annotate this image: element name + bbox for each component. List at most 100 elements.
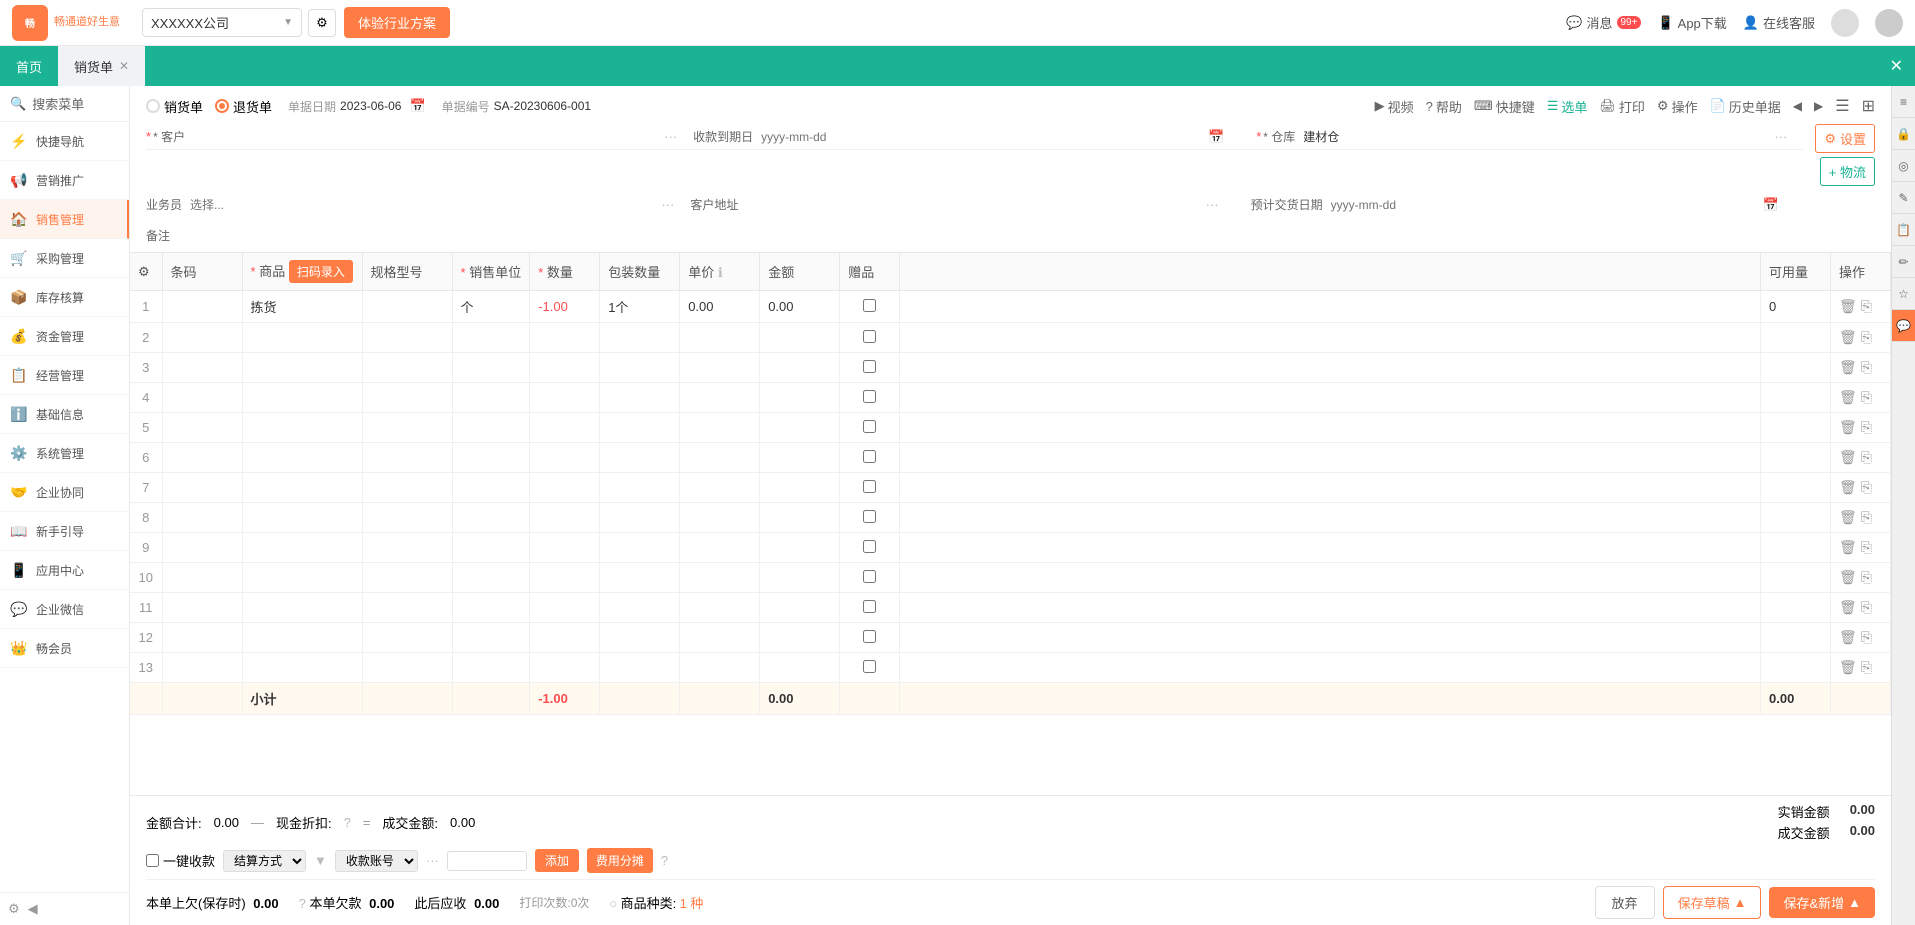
row-packqty[interactable] xyxy=(600,443,680,473)
row-barcode[interactable] xyxy=(162,473,242,503)
row-amount[interactable] xyxy=(760,353,840,383)
row-gift[interactable] xyxy=(840,593,900,623)
right-float-btn-4[interactable]: ✎ xyxy=(1892,182,1915,214)
sidebar-item-purchase[interactable]: 🛒 采购管理 xyxy=(0,239,129,278)
view-list-btn[interactable]: ☰ xyxy=(1835,96,1849,116)
right-float-btn-2[interactable]: 🔒 xyxy=(1892,118,1915,150)
print-btn[interactable]: 🖨 打印 xyxy=(1599,97,1645,116)
delete-icon[interactable]: 🗑 xyxy=(1839,659,1857,676)
row-spec[interactable] xyxy=(362,323,452,353)
delete-icon[interactable]: 🗑 xyxy=(1839,389,1857,406)
row-unit[interactable] xyxy=(452,623,530,653)
search-menu[interactable]: 🔍 搜索菜单 xyxy=(0,86,129,122)
row-spec[interactable] xyxy=(362,563,452,593)
row-unit[interactable] xyxy=(452,323,530,353)
row-product[interactable] xyxy=(242,563,362,593)
row-gift[interactable] xyxy=(840,291,900,323)
expense-help-icon[interactable]: ? xyxy=(661,853,668,868)
row-amount[interactable] xyxy=(760,593,840,623)
row-unit[interactable] xyxy=(452,503,530,533)
row-price[interactable] xyxy=(680,383,760,413)
row-product[interactable] xyxy=(242,473,362,503)
copy-icon[interactable]: ⎘ xyxy=(1861,629,1872,646)
right-float-btn-7[interactable]: ☆ xyxy=(1892,278,1915,310)
ops-btn[interactable]: ⚙ 操作 xyxy=(1657,97,1698,116)
row-packqty[interactable] xyxy=(600,383,680,413)
right-float-btn-orange[interactable]: 💬 xyxy=(1892,310,1915,342)
row-barcode[interactable] xyxy=(162,533,242,563)
logistics-btn[interactable]: + 物流 xyxy=(1820,157,1875,186)
copy-icon[interactable]: ⎘ xyxy=(1861,449,1872,466)
row-price[interactable] xyxy=(680,353,760,383)
row-qty[interactable] xyxy=(530,473,600,503)
next-btn[interactable]: ▶ xyxy=(1814,99,1823,113)
row-gift[interactable] xyxy=(840,413,900,443)
tab-sales[interactable]: 销货单 ✕ xyxy=(58,46,145,86)
row-barcode[interactable] xyxy=(162,593,242,623)
row-amount[interactable] xyxy=(760,623,840,653)
scan-btn[interactable]: 扫码录入 xyxy=(289,260,353,283)
row-amount[interactable] xyxy=(760,503,840,533)
sidebar-item-wechat[interactable]: 💬 企业微信 xyxy=(0,590,129,629)
row-barcode[interactable] xyxy=(162,623,242,653)
row-product[interactable] xyxy=(242,623,362,653)
radio-return-doc[interactable]: 退货单 xyxy=(215,97,272,116)
customer-input[interactable] xyxy=(193,130,664,144)
row-price[interactable] xyxy=(680,533,760,563)
row-unit[interactable] xyxy=(452,653,530,683)
row-qty[interactable] xyxy=(530,563,600,593)
row-unit[interactable] xyxy=(452,533,530,563)
sidebar-item-operations[interactable]: 📋 经营管理 xyxy=(0,356,129,395)
row-gift[interactable] xyxy=(840,353,900,383)
row-qty[interactable] xyxy=(530,443,600,473)
row-product[interactable] xyxy=(242,653,362,683)
row-product[interactable] xyxy=(242,323,362,353)
row-gift[interactable] xyxy=(840,503,900,533)
date-calendar-icon[interactable]: 📅 xyxy=(409,98,425,114)
sidebar-item-system[interactable]: ⚙️ 系统管理 xyxy=(0,434,129,473)
message-btn[interactable]: 💬 消息 99+ xyxy=(1566,13,1641,32)
row-packqty[interactable] xyxy=(600,533,680,563)
row-amount[interactable] xyxy=(760,563,840,593)
row-price[interactable] xyxy=(680,653,760,683)
shortcut-btn[interactable]: ⌨ 快捷键 xyxy=(1474,97,1535,116)
close-window-icon[interactable]: ✕ xyxy=(1890,56,1903,76)
row-spec[interactable] xyxy=(362,533,452,563)
row-barcode[interactable] xyxy=(162,291,242,323)
discount-info-icon[interactable]: ? xyxy=(344,815,351,830)
view-grid-btn[interactable]: ⊞ xyxy=(1862,96,1875,116)
tab-close-icon[interactable]: ✕ xyxy=(119,59,129,73)
sidebar-item-sales[interactable]: 🏠 销售管理 xyxy=(0,200,129,239)
delete-icon[interactable]: 🗑 xyxy=(1839,479,1857,496)
copy-icon[interactable]: ⎘ xyxy=(1861,539,1872,556)
row-price[interactable] xyxy=(680,323,760,353)
row-amount[interactable] xyxy=(760,443,840,473)
copy-icon[interactable]: ⎘ xyxy=(1861,419,1872,436)
row-barcode[interactable] xyxy=(162,413,242,443)
salesperson-dots-icon[interactable]: ··· xyxy=(661,197,674,212)
row-amount[interactable] xyxy=(760,533,840,563)
row-gift[interactable] xyxy=(840,653,900,683)
product-types-icon[interactable]: ○ xyxy=(609,896,617,911)
row-price[interactable] xyxy=(680,473,760,503)
row-barcode[interactable] xyxy=(162,503,242,533)
row-packqty[interactable] xyxy=(600,503,680,533)
copy-icon[interactable]: ⎘ xyxy=(1861,329,1872,346)
sidebar-item-basic-info[interactable]: ℹ️ 基础信息 xyxy=(0,395,129,434)
customer-addr-input[interactable] xyxy=(746,198,1205,212)
row-qty[interactable] xyxy=(530,503,600,533)
row-product[interactable] xyxy=(242,413,362,443)
row-gift[interactable] xyxy=(840,383,900,413)
sidebar-collapse-icon[interactable]: ◀ xyxy=(28,901,38,917)
expected-date-calendar-icon[interactable]: 📅 xyxy=(1763,197,1779,213)
row-packqty[interactable] xyxy=(600,353,680,383)
delete-icon[interactable]: 🗑 xyxy=(1839,629,1857,646)
amount-input[interactable] xyxy=(447,851,527,871)
copy-icon[interactable]: ⎘ xyxy=(1861,479,1872,496)
copy-icon[interactable]: ⎘ xyxy=(1861,389,1872,406)
sidebar-item-inventory[interactable]: 📦 库存核算 xyxy=(0,278,129,317)
row-unit[interactable] xyxy=(452,473,530,503)
row-packqty[interactable] xyxy=(600,413,680,443)
row-product[interactable] xyxy=(242,503,362,533)
delete-icon[interactable]: 🗑 xyxy=(1839,359,1857,376)
